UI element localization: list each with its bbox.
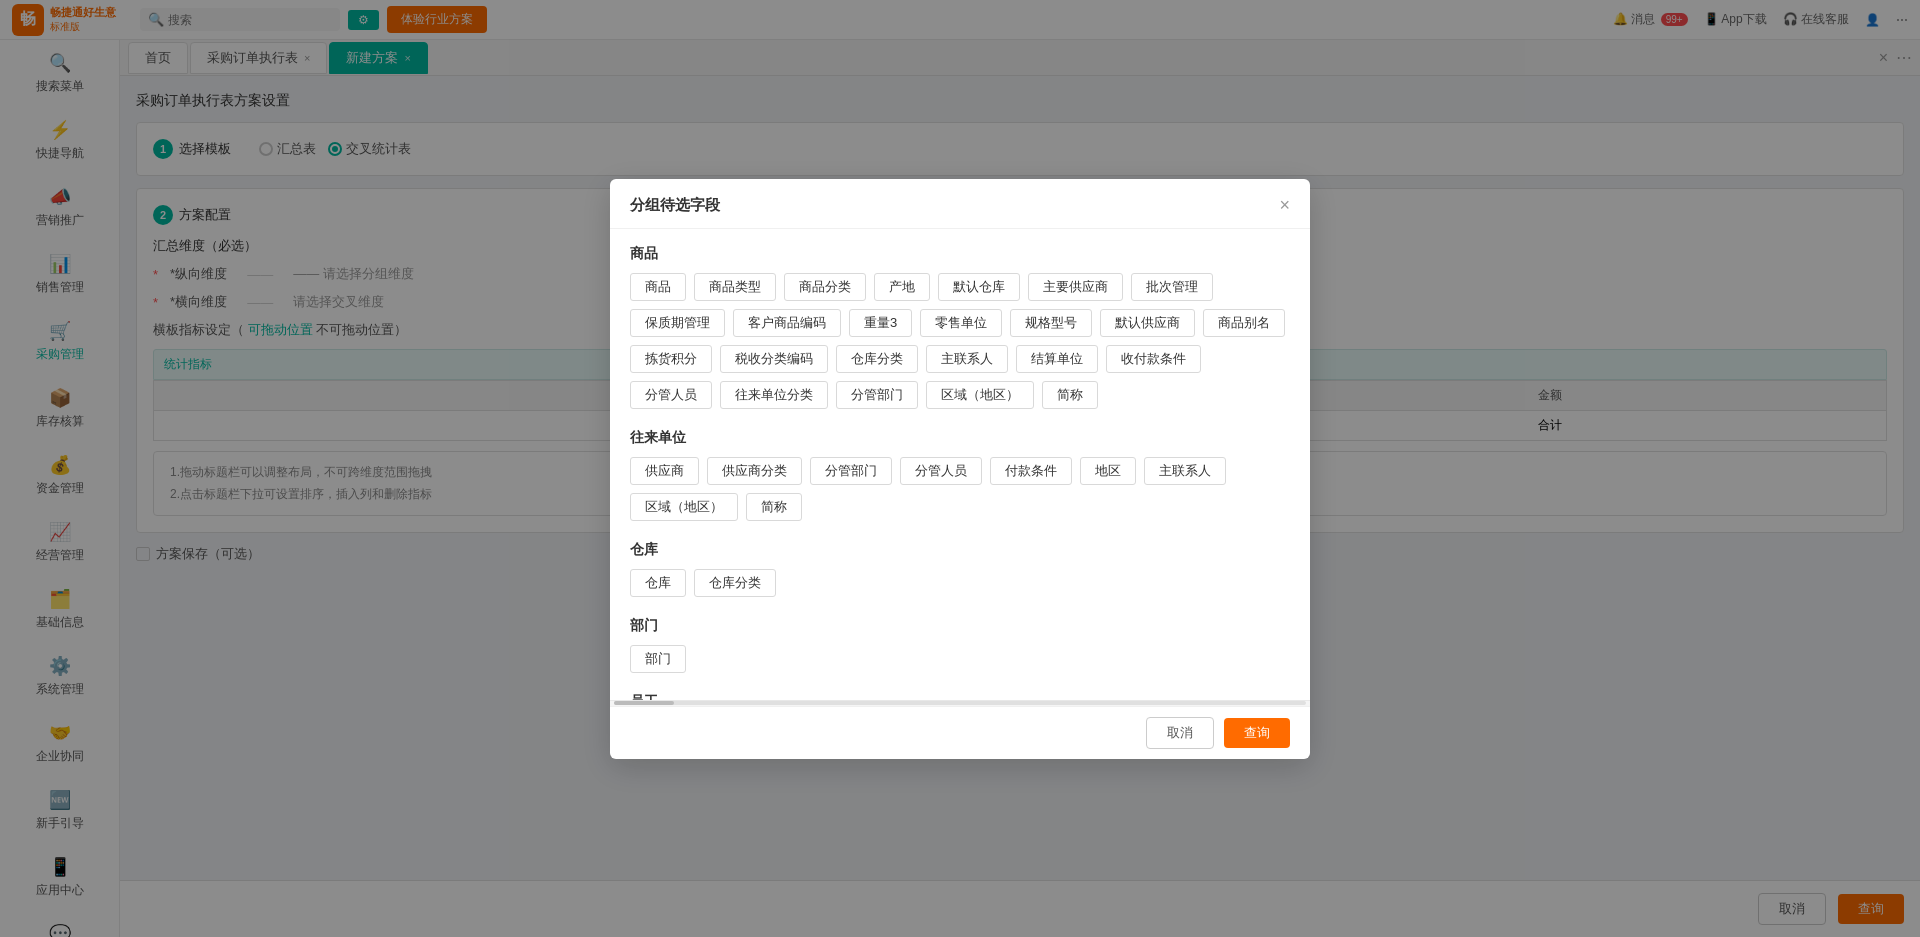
field-tag[interactable]: 仓库 [630,569,686,597]
field-tag[interactable]: 分管人员 [900,457,982,485]
field-tag[interactable]: 默认仓库 [938,273,1020,301]
field-tag[interactable]: 分管部门 [810,457,892,485]
field-tag[interactable]: 收付款条件 [1106,345,1201,373]
field-tag[interactable]: 仓库分类 [694,569,776,597]
field-tag[interactable]: 付款条件 [990,457,1072,485]
field-group-goods: 商品 商品 商品类型 商品分类 产地 默认仓库 主要供应商 批次管理 保质期管理… [630,245,1290,409]
field-group-warehouse: 仓库 仓库 仓库分类 [630,541,1290,597]
field-tag[interactable]: 零售单位 [920,309,1002,337]
modal-body: 商品 商品 商品类型 商品分类 产地 默认仓库 主要供应商 批次管理 保质期管理… [610,229,1310,700]
field-group-partner-title: 往来单位 [630,429,1290,447]
field-group-goods-title: 商品 [630,245,1290,263]
field-tag[interactable]: 部门 [630,645,686,673]
field-group-staff-title: 员工 [630,693,1290,700]
scroll-thumb [614,701,674,705]
field-tag[interactable]: 区域（地区） [926,381,1034,409]
modal-overlay[interactable]: 分组待选字段 × 商品 商品 商品类型 商品分类 产地 默认仓库 主要供应商 批… [0,0,1920,937]
field-tag[interactable]: 主要供应商 [1028,273,1123,301]
field-tag[interactable]: 简称 [746,493,802,521]
modal-close-icon[interactable]: × [1279,195,1290,216]
field-tag[interactable]: 简称 [1042,381,1098,409]
field-tag[interactable]: 结算单位 [1016,345,1098,373]
warehouse-field-tags: 仓库 仓库分类 [630,569,1290,597]
field-tag[interactable]: 产地 [874,273,930,301]
field-group-partner: 往来单位 供应商 供应商分类 分管部门 分管人员 付款条件 地区 主联系人 区域… [630,429,1290,521]
field-group-staff: 员工 业务员 [630,693,1290,700]
modal-horizontal-scrollbar[interactable] [610,700,1310,706]
field-tag[interactable]: 税收分类编码 [720,345,828,373]
field-tag[interactable]: 主联系人 [926,345,1008,373]
field-tag[interactable]: 保质期管理 [630,309,725,337]
partner-field-tags: 供应商 供应商分类 分管部门 分管人员 付款条件 地区 主联系人 区域（地区） … [630,457,1290,521]
department-field-tags: 部门 [630,645,1290,673]
field-tag[interactable]: 分管人员 [630,381,712,409]
modal-title: 分组待选字段 [630,196,720,215]
modal-dialog: 分组待选字段 × 商品 商品 商品类型 商品分类 产地 默认仓库 主要供应商 批… [610,179,1310,759]
modal-cancel-button[interactable]: 取消 [1146,717,1214,749]
field-tag[interactable]: 商品 [630,273,686,301]
field-tag[interactable]: 重量3 [849,309,912,337]
field-tag[interactable]: 拣货积分 [630,345,712,373]
field-tag[interactable]: 主联系人 [1144,457,1226,485]
field-tag[interactable]: 客户商品编码 [733,309,841,337]
field-tag[interactable]: 区域（地区） [630,493,738,521]
field-group-department: 部门 部门 [630,617,1290,673]
scroll-track [614,701,1306,705]
field-tag[interactable]: 商品类型 [694,273,776,301]
modal-header: 分组待选字段 × [610,179,1310,229]
field-tag[interactable]: 默认供应商 [1100,309,1195,337]
field-tag[interactable]: 分管部门 [836,381,918,409]
field-tag[interactable]: 往来单位分类 [720,381,828,409]
field-tag[interactable]: 规格型号 [1010,309,1092,337]
modal-footer: 取消 查询 [610,706,1310,759]
goods-field-tags: 商品 商品类型 商品分类 产地 默认仓库 主要供应商 批次管理 保质期管理 客户… [630,273,1290,409]
field-tag[interactable]: 地区 [1080,457,1136,485]
field-group-warehouse-title: 仓库 [630,541,1290,559]
field-tag[interactable]: 商品别名 [1203,309,1285,337]
field-tag[interactable]: 仓库分类 [836,345,918,373]
field-group-department-title: 部门 [630,617,1290,635]
field-tag[interactable]: 批次管理 [1131,273,1213,301]
modal-confirm-button[interactable]: 查询 [1224,718,1290,748]
field-tag[interactable]: 供应商 [630,457,699,485]
field-tag[interactable]: 商品分类 [784,273,866,301]
field-tag[interactable]: 供应商分类 [707,457,802,485]
